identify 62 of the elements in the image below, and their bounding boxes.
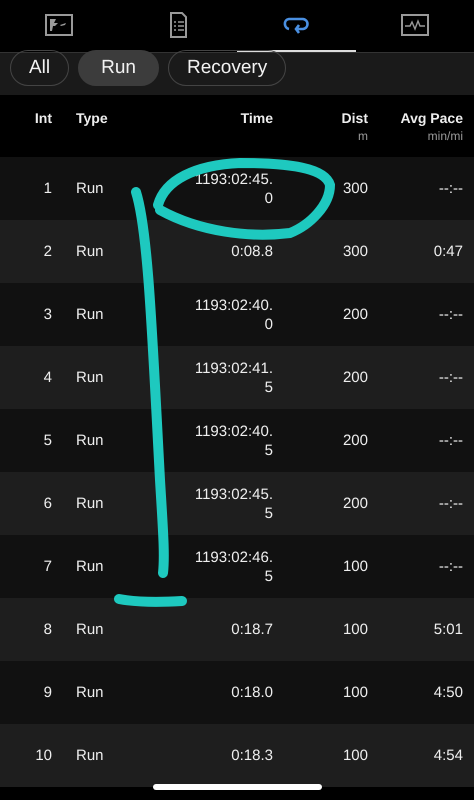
filter-chip[interactable]: Recovery (168, 50, 286, 86)
column-header: Dist (342, 110, 368, 126)
column-header: Time (240, 110, 273, 126)
table-cell: --:-- (438, 558, 463, 575)
table-cell: --:-- (438, 369, 463, 386)
filter-chip[interactable]: All (10, 50, 70, 86)
table-cell: 6 (44, 495, 52, 512)
table-cell: 300 (342, 243, 368, 260)
table-cell-text: 1193:02:40.5 (194, 422, 273, 460)
column-unit: m (358, 129, 368, 143)
table-cell: 5 (44, 432, 52, 449)
table-cell: 4 (44, 369, 52, 386)
table-cell: Run (76, 747, 104, 764)
table-cell-text: 1193:02:41.5 (194, 358, 273, 396)
table-cell: Run (76, 495, 104, 512)
table-cell: 200 (342, 432, 368, 449)
table-cell: 100 (342, 558, 368, 575)
table-cell-text: 1193:02:45.0 (194, 170, 273, 208)
table-cell: Run (76, 306, 104, 323)
table-cell: Run (76, 180, 104, 197)
table-cell: 4:50 (434, 684, 463, 701)
table-cell-text: 1193:02:40.0 (194, 296, 273, 334)
column-header: Avg Pace (400, 110, 463, 126)
table-cell: 7 (44, 558, 52, 575)
table-cell: 10 (35, 747, 52, 764)
column-unit: min/mi (428, 129, 463, 143)
table-cell: 300 (342, 180, 368, 197)
table-cell: 200 (342, 306, 368, 323)
heart-rate-icon (400, 12, 430, 38)
chart-icon (44, 12, 74, 38)
table-cell: 100 (342, 621, 368, 638)
table-cell: 100 (342, 684, 368, 701)
table-cell-text: 0:18.3 (230, 746, 273, 765)
table-cell: 9 (44, 684, 52, 701)
table-cell: 3 (44, 306, 52, 323)
table-cell: 4:54 (434, 747, 463, 764)
column-header: Type (76, 110, 109, 126)
table-cell: 2 (44, 243, 52, 260)
table-cell: 8 (44, 621, 52, 638)
table-cell: --:-- (438, 180, 463, 197)
table-cell-text: 0:18.7 (230, 620, 273, 639)
table-cell: Run (76, 243, 104, 260)
table-cell: Run (76, 369, 104, 386)
filter-chip[interactable]: Run (78, 50, 159, 86)
table-cell: Run (76, 621, 104, 638)
table-cell: Run (76, 558, 104, 575)
table-cell: 200 (342, 369, 368, 386)
table-cell: 100 (342, 747, 368, 764)
column-header: Int (34, 110, 52, 126)
table-cell: 5:01 (434, 621, 463, 638)
table-cell-text: 1193:02:46.5 (194, 548, 273, 586)
table-cell: --:-- (438, 432, 463, 449)
table-cell: 1 (44, 180, 52, 197)
table-cell: --:-- (438, 306, 463, 323)
table-cell: 0:47 (434, 243, 463, 260)
table-cell: --:-- (438, 495, 463, 512)
table-cell-text: 1193:02:45.5 (194, 484, 273, 522)
table-cell: Run (76, 432, 104, 449)
table-cell-text: 0:18.0 (230, 683, 273, 702)
table-cell: 200 (342, 495, 368, 512)
table-cell: Run (76, 684, 104, 701)
table-cell-text: 0:08.8 (230, 242, 273, 261)
